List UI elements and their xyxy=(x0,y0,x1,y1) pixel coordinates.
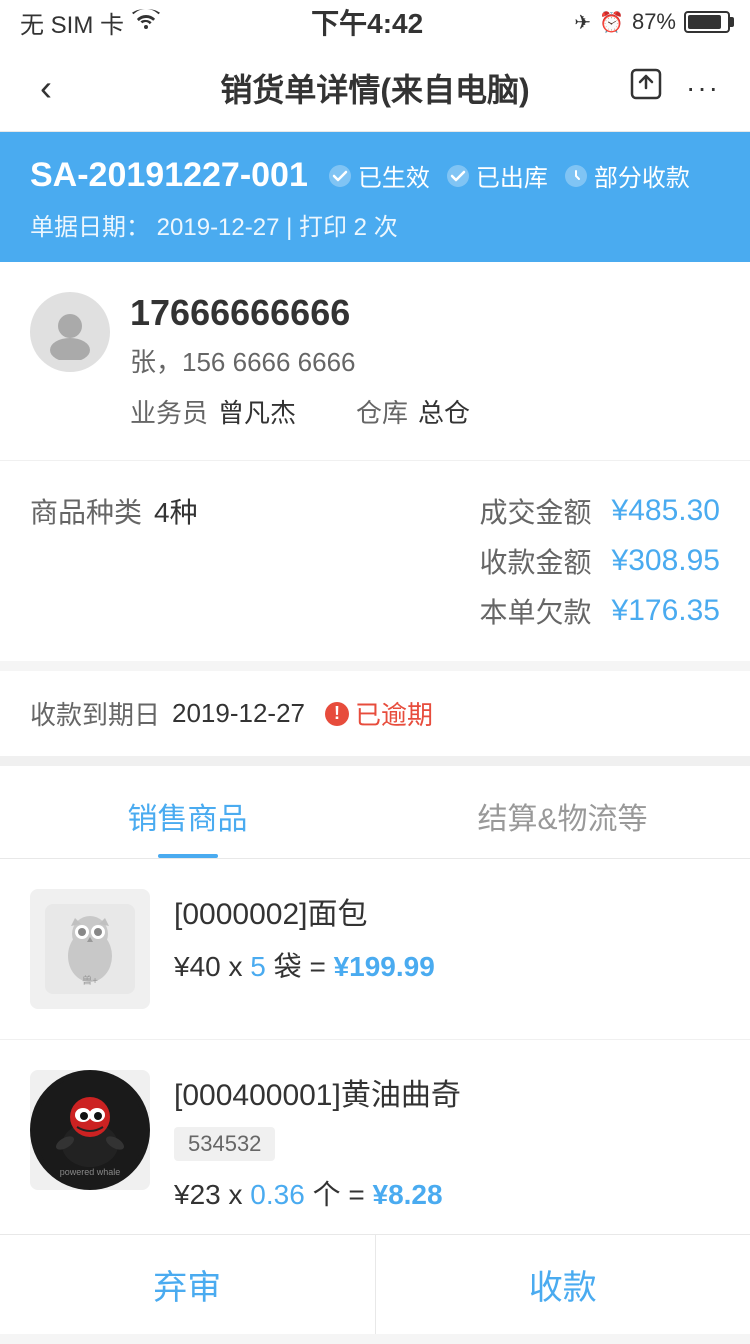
overdue-dot-icon: ! xyxy=(325,702,349,726)
type-count: 4种 xyxy=(154,491,198,531)
salesperson-item: 业务员 曾凡杰 xyxy=(130,393,296,430)
svg-text:powered whale: powered whale xyxy=(60,1167,121,1177)
tabs-section: 销售商品 结算&物流等 xyxy=(0,766,750,859)
status-bar: 无 SIM 卡 下午4:42 ✈ ⏰ 87% xyxy=(0,0,750,44)
warehouse-value: 总仓 xyxy=(418,393,470,430)
product-qty-1: 5 xyxy=(250,951,266,982)
product-name-1: [0000002]面包 xyxy=(174,889,720,933)
product-total-2: ¥8.28 xyxy=(373,1179,443,1210)
list-item: 兽+ [0000002]面包 ¥40 x 5 袋 = ¥199.99 xyxy=(0,859,750,1040)
header-date: 2019-12-27 xyxy=(157,214,280,241)
customer-meta: 业务员 曾凡杰 仓库 总仓 xyxy=(130,393,720,430)
banner-date-info: 单据日期： 2019-12-27 | 打印 2 次 xyxy=(30,207,720,242)
received-amount-row: 收款金额 ¥308.95 xyxy=(480,541,720,581)
status-badges: 已生效 已出库 部分收款 xyxy=(328,158,690,193)
customer-info: 17666666666 张，156 6666 6666 业务员 曾凡杰 仓库 总… xyxy=(130,292,720,430)
product-image-2: powered whale xyxy=(30,1070,150,1190)
deal-amount-value: ¥485.30 xyxy=(612,494,720,528)
summary-left: 商品种类 4种 xyxy=(30,491,198,531)
tabs: 销售商品 结算&物流等 xyxy=(0,766,750,858)
product-details-2: [000400001]黄油曲奇 534532 ¥23 x 0.36 个 = ¥8… xyxy=(174,1070,720,1213)
deal-amount-row: 成交金额 ¥485.30 xyxy=(480,491,720,531)
bottom-bar: 弃审 收款 xyxy=(0,1234,750,1334)
battery-icon xyxy=(684,11,730,33)
date-label: 单据日期： xyxy=(30,214,150,241)
banner-top: SA-20191227-001 已生效 已出库 部分收款 xyxy=(30,156,720,195)
order-id: SA-20191227-001 xyxy=(30,156,308,195)
nav-bar: ‹ 销货单详情(来自电脑) ··· xyxy=(0,44,750,132)
status-badge-shipped: 已出库 xyxy=(446,158,548,193)
summary-row: 商品种类 4种 成交金额 ¥485.30 收款金额 ¥308.95 本单欠款 ¥… xyxy=(30,491,720,631)
alarm-icon: ⏰ xyxy=(599,10,624,35)
back-button[interactable]: ‹ xyxy=(30,57,62,119)
type-label: 商品种类 xyxy=(30,491,142,531)
product-details-1: [0000002]面包 ¥40 x 5 袋 = ¥199.99 xyxy=(174,889,720,985)
due-section: 收款到期日 2019-12-27 ! 已逾期 xyxy=(0,671,750,766)
due-date-value: 2019-12-27 xyxy=(172,698,305,729)
product-total-1: ¥199.99 xyxy=(334,951,435,982)
wifi-icon xyxy=(132,8,160,36)
tab-sales-products[interactable]: 销售商品 xyxy=(0,766,375,858)
collect-payment-button[interactable]: 收款 xyxy=(376,1235,750,1334)
share-icon[interactable] xyxy=(630,68,662,108)
avatar xyxy=(30,292,110,372)
nav-right-actions: ··· xyxy=(630,68,720,108)
product-price-1: ¥40 x 5 袋 = ¥199.99 xyxy=(174,945,720,985)
due-label: 收款到期日 xyxy=(30,695,160,732)
summary-section: 商品种类 4种 成交金额 ¥485.30 收款金额 ¥308.95 本单欠款 ¥… xyxy=(0,461,750,671)
product-type-item: 商品种类 4种 xyxy=(30,491,198,531)
summary-right: 成交金额 ¥485.30 收款金额 ¥308.95 本单欠款 ¥176.35 xyxy=(480,491,720,631)
customer-phone: 张，156 6666 6666 xyxy=(130,342,720,379)
location-icon: ✈ xyxy=(574,10,591,35)
product-name-2: [000400001]黄油曲奇 xyxy=(174,1070,720,1114)
debt-amount-label: 本单欠款 xyxy=(480,591,592,631)
tab-settlement[interactable]: 结算&物流等 xyxy=(375,766,750,858)
status-right: ✈ ⏰ 87% xyxy=(574,9,730,35)
header-banner: SA-20191227-001 已生效 已出库 部分收款 单据日期： 2019-… xyxy=(0,132,750,262)
salesperson-value: 曾凡杰 xyxy=(218,393,296,430)
carrier-text: 无 SIM 卡 xyxy=(20,5,124,40)
deal-amount-label: 成交金额 xyxy=(480,491,592,531)
customer-name: 17666666666 xyxy=(130,292,720,334)
debt-amount-row: 本单欠款 ¥176.35 xyxy=(480,591,720,631)
salesperson-label: 业务员 xyxy=(130,393,208,430)
warehouse-item: 仓库 总仓 xyxy=(356,393,470,430)
status-left: 无 SIM 卡 xyxy=(20,5,160,40)
page-title: 销货单详情(来自电脑) xyxy=(220,65,529,111)
debt-amount-value: ¥176.35 xyxy=(612,594,720,628)
list-item: powered whale [000400001]黄油曲奇 534532 ¥23… xyxy=(0,1040,750,1244)
status-badge-effective: 已生效 xyxy=(328,158,430,193)
cancel-review-button[interactable]: 弃审 xyxy=(0,1235,376,1334)
product-qty-2: 0.36 xyxy=(250,1179,305,1210)
customer-section: 17666666666 张，156 6666 6666 业务员 曾凡杰 仓库 总… xyxy=(0,262,750,461)
product-thumb-2: powered whale xyxy=(30,1070,150,1190)
received-amount-label: 收款金额 xyxy=(480,541,592,581)
status-time: 下午4:42 xyxy=(311,2,423,42)
product-price-2: ¥23 x 0.36 个 = ¥8.28 xyxy=(174,1173,720,1213)
products-section: 兽+ [0000002]面包 ¥40 x 5 袋 = ¥199.99 xyxy=(0,859,750,1244)
svg-text:兽+: 兽+ xyxy=(82,974,98,987)
battery-percent: 87% xyxy=(632,9,676,35)
received-amount-value: ¥308.95 xyxy=(612,544,720,578)
status-badge-partial: 部分收款 xyxy=(564,158,690,193)
product-badge-2: 534532 xyxy=(174,1127,275,1161)
more-icon[interactable]: ··· xyxy=(686,72,720,104)
print-info: 打印 2 次 xyxy=(299,214,398,241)
warehouse-label: 仓库 xyxy=(356,393,408,430)
overdue-badge: ! 已逾期 xyxy=(325,695,433,732)
overdue-text: 已逾期 xyxy=(355,695,433,732)
product-thumb-1: 兽+ xyxy=(30,889,150,1009)
